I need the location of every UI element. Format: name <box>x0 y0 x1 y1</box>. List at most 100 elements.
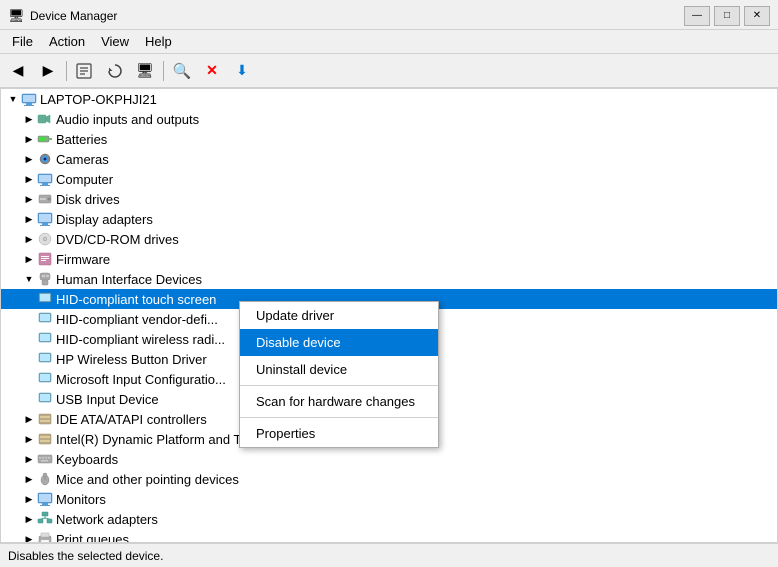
monitors-chevron: ▶ <box>21 491 37 507</box>
cameras-chevron: ▶ <box>21 151 37 167</box>
batteries-icon <box>37 131 53 147</box>
root-chevron: ▼ <box>5 91 21 107</box>
hid-label: Human Interface Devices <box>56 272 202 287</box>
print-chevron: ▶ <box>21 531 37 543</box>
menu-bar: File Action View Help <box>0 30 778 54</box>
display-label: Display adapters <box>56 212 153 227</box>
toolbar-screen[interactable]: 🖥 <box>131 58 159 84</box>
firmware-label: Firmware <box>56 252 110 267</box>
toolbar-sep-2 <box>163 61 164 81</box>
dvd-label: DVD/CD-ROM drives <box>56 232 179 247</box>
mice-chevron: ▶ <box>21 471 37 487</box>
computer-icon <box>37 171 53 187</box>
maximize-button[interactable]: □ <box>714 6 740 26</box>
context-menu-properties[interactable]: Properties <box>240 420 438 447</box>
tree-item-disk[interactable]: ▶ Disk drives <box>1 189 777 209</box>
cameras-label: Cameras <box>56 152 109 167</box>
intel-icon <box>37 431 53 447</box>
tree-item-audio[interactable]: ▶ Audio inputs and outputs <box>1 109 777 129</box>
context-menu-sep-1 <box>240 385 438 386</box>
usb-label: USB Input Device <box>56 392 159 407</box>
toolbar-update[interactable]: ⬇ <box>228 58 256 84</box>
firmware-icon <box>37 251 53 267</box>
properties-icon <box>76 62 94 80</box>
network-chevron: ▶ <box>21 511 37 527</box>
intel-label: Intel(R) Dynamic Platform and T... <box>56 432 251 447</box>
toolbar-back[interactable]: ◀ <box>4 58 32 84</box>
tree-item-hid[interactable]: ▼ Human Interface Devices <box>1 269 777 289</box>
tree-item-monitors[interactable]: ▶ Monitors <box>1 489 777 509</box>
device-tree[interactable]: ▼ LAPTOP-OKPHJI21 ▶ Audio inputs and <box>0 88 778 543</box>
ide-chevron: ▶ <box>21 411 37 427</box>
usb-icon <box>37 391 53 407</box>
tree-item-cameras[interactable]: ▶ Cameras <box>1 149 777 169</box>
toolbar-refresh[interactable] <box>101 58 129 84</box>
tree-item-print[interactable]: ▶ Print queues <box>1 529 777 543</box>
context-menu-update-driver[interactable]: Update driver <box>240 302 438 329</box>
tree-item-computer[interactable]: ▶ Computer <box>1 169 777 189</box>
dvd-chevron: ▶ <box>21 231 37 247</box>
window-title: Device Manager <box>30 9 117 23</box>
close-button[interactable]: ✕ <box>744 6 770 26</box>
menu-file[interactable]: File <box>4 32 41 51</box>
firmware-chevron: ▶ <box>21 251 37 267</box>
context-menu-sep-2 <box>240 417 438 418</box>
status-bar: Disables the selected device. <box>0 543 778 567</box>
batteries-label: Batteries <box>56 132 107 147</box>
hp-icon <box>37 351 53 367</box>
tree-item-dvd[interactable]: ▶ DVD/CD-ROM drives <box>1 229 777 249</box>
menu-help[interactable]: Help <box>137 32 180 51</box>
touchscreen-icon <box>37 291 53 307</box>
hp-label: HP Wireless Button Driver <box>56 352 207 367</box>
tree-root[interactable]: ▼ LAPTOP-OKPHJI21 <box>1 89 777 109</box>
display-chevron: ▶ <box>21 211 37 227</box>
toolbar-scan[interactable]: 🔍 <box>168 58 196 84</box>
monitors-label: Monitors <box>56 492 106 507</box>
network-icon <box>37 511 53 527</box>
wireless-label: HID-compliant wireless radi... <box>56 332 225 347</box>
print-label: Print queues <box>56 532 129 544</box>
menu-action[interactable]: Action <box>41 32 93 51</box>
context-menu-scan[interactable]: Scan for hardware changes <box>240 388 438 415</box>
disk-label: Disk drives <box>56 192 120 207</box>
context-menu: Update driver Disable device Uninstall d… <box>239 301 439 448</box>
network-label: Network adapters <box>56 512 158 527</box>
audio-chevron: ▶ <box>21 111 37 127</box>
vendor-label: HID-compliant vendor-defi... <box>56 312 218 327</box>
dvd-icon <box>37 231 53 247</box>
toolbar-forward[interactable]: ▶ <box>34 58 62 84</box>
print-icon <box>37 531 53 543</box>
ide-icon <box>37 411 53 427</box>
intel-chevron: ▶ <box>21 431 37 447</box>
computer-chevron: ▶ <box>21 171 37 187</box>
display-icon <box>37 211 53 227</box>
hid-chevron: ▼ <box>21 271 37 287</box>
status-text: Disables the selected device. <box>8 549 163 563</box>
toolbar-properties[interactable] <box>71 58 99 84</box>
ms-label: Microsoft Input Configuratio... <box>56 372 226 387</box>
toolbar-sep-1 <box>66 61 67 81</box>
computer-label: Computer <box>56 172 113 187</box>
mice-label: Mice and other pointing devices <box>56 472 239 487</box>
tree-item-firmware[interactable]: ▶ Firmware <box>1 249 777 269</box>
touchscreen-label: HID-compliant touch screen <box>56 292 216 307</box>
tree-item-batteries[interactable]: ▶ Batteries <box>1 129 777 149</box>
context-menu-uninstall-device[interactable]: Uninstall device <box>240 356 438 383</box>
app-icon: 🖥 <box>8 8 24 24</box>
tree-item-network[interactable]: ▶ Network adapters <box>1 509 777 529</box>
ide-label: IDE ATA/ATAPI controllers <box>56 412 207 427</box>
mice-icon <box>37 471 53 487</box>
tree-item-keyboards[interactable]: ▶ Keyboards <box>1 449 777 469</box>
keyboards-icon <box>37 451 53 467</box>
tree-item-display[interactable]: ▶ Display adapters <box>1 209 777 229</box>
tree-item-mice[interactable]: ▶ Mice and other pointing devices <box>1 469 777 489</box>
ms-icon <box>37 371 53 387</box>
cameras-icon <box>37 151 53 167</box>
batteries-chevron: ▶ <box>21 131 37 147</box>
minimize-button[interactable]: — <box>684 6 710 26</box>
title-bar: 🖥 Device Manager — □ ✕ <box>0 0 778 30</box>
root-icon <box>21 91 37 107</box>
toolbar-remove[interactable]: ✕ <box>198 58 226 84</box>
context-menu-disable-device[interactable]: Disable device <box>240 329 438 356</box>
menu-view[interactable]: View <box>93 32 137 51</box>
